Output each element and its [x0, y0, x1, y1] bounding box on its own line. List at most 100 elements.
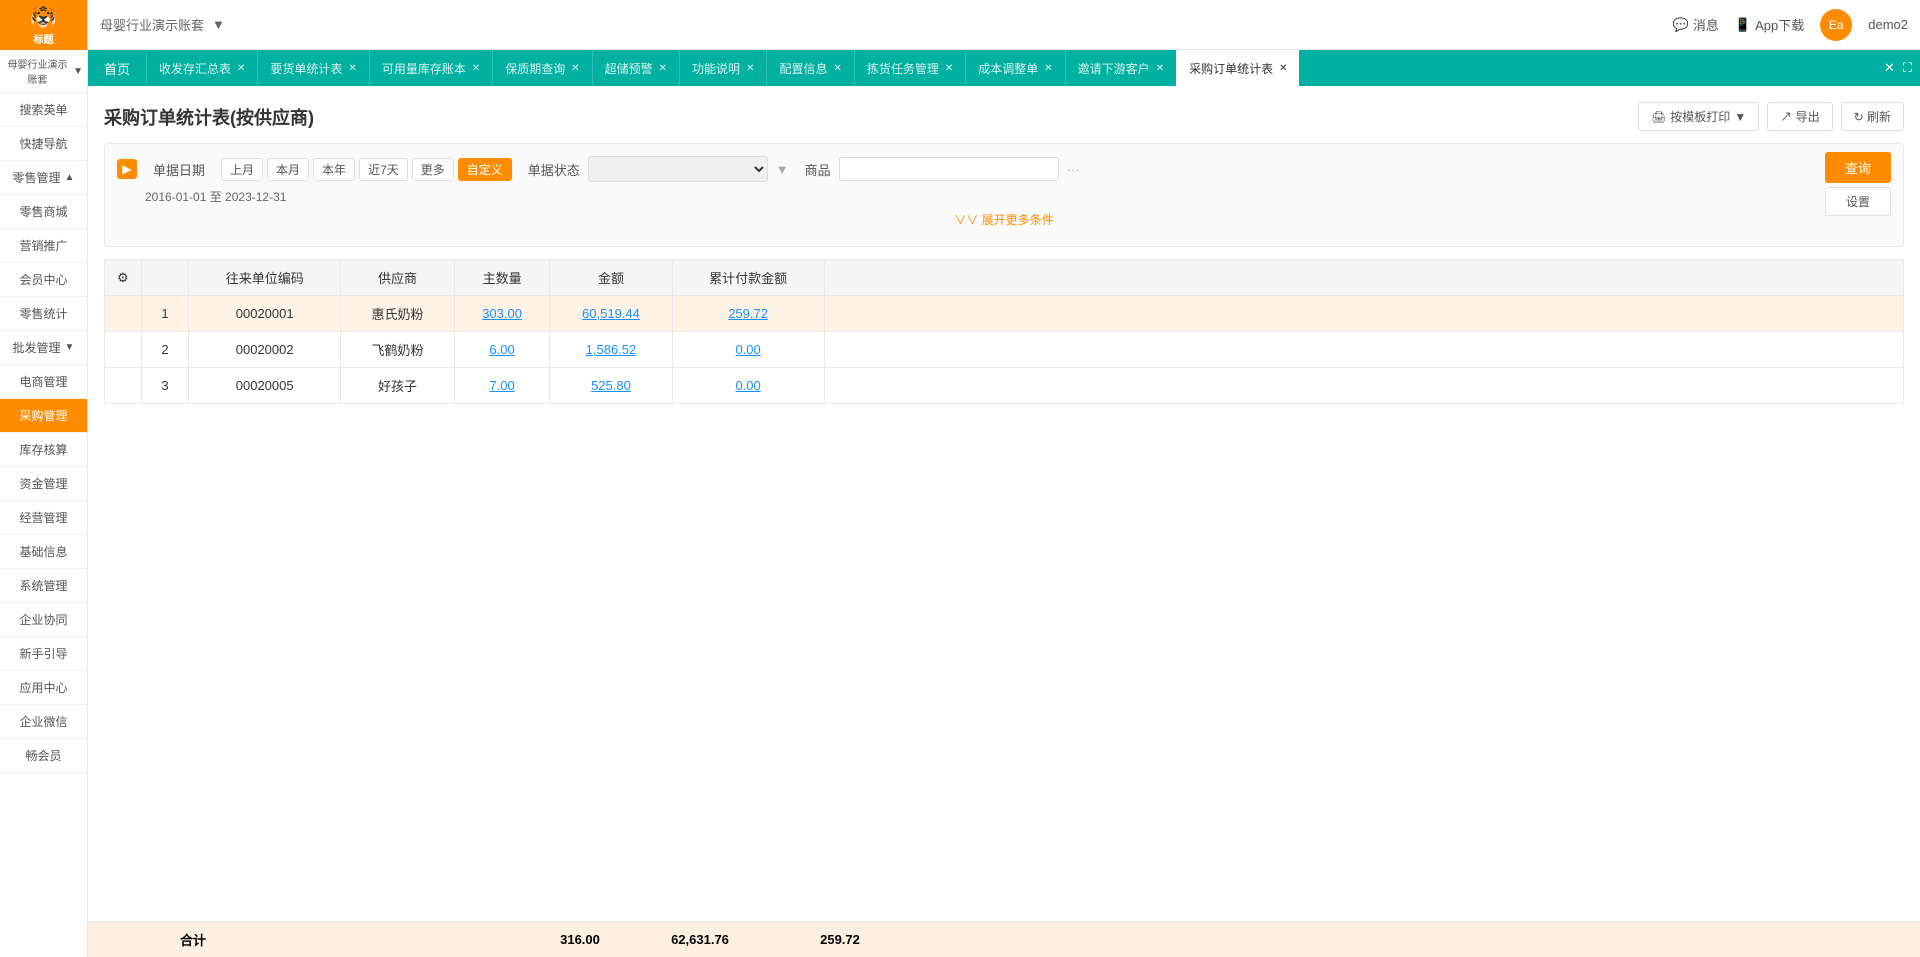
- sidebar-item-finance[interactable]: 资金管理: [0, 467, 87, 501]
- date-last-7[interactable]: 近7天: [359, 158, 408, 181]
- status-select[interactable]: [588, 156, 768, 182]
- sidebar-item-marketing[interactable]: 营销推广: [0, 229, 87, 263]
- row-qty-cell[interactable]: 7.00: [454, 368, 550, 404]
- date-this-year[interactable]: 本年: [313, 158, 355, 181]
- close-icon[interactable]: ✕: [1044, 63, 1052, 74]
- col-settings-header[interactable]: ⚙: [105, 260, 142, 296]
- date-custom[interactable]: 自定义: [458, 158, 512, 181]
- tab-available-stock[interactable]: 可用量库存账本 ✕: [369, 50, 492, 86]
- goods-input[interactable]: [839, 157, 1059, 181]
- tab-collection-summary[interactable]: 收发存汇总表 ✕: [146, 50, 257, 86]
- table-header-row: ⚙ 往来单位编码 供应商 主数量 金额 累计付款金额: [105, 260, 1904, 296]
- tab-cost-adjust[interactable]: 成本调整单 ✕: [965, 50, 1064, 86]
- tab-label: 可用量库存账本: [382, 60, 466, 77]
- app-download-btn[interactable]: 📱 App下载: [1735, 15, 1804, 34]
- tab-overstock-warning[interactable]: 超储预警 ✕: [592, 50, 679, 86]
- user-avatar[interactable]: Ea: [1820, 9, 1852, 41]
- close-icon[interactable]: ✕: [472, 63, 480, 74]
- sidebar-item-app-center[interactable]: 应用中心: [0, 671, 87, 705]
- sidebar-item-ecommerce[interactable]: 电商管理: [0, 365, 87, 399]
- row-code-cell: 00020005: [189, 368, 341, 404]
- org-selector[interactable]: 母婴行业演示账套 ▼: [0, 50, 87, 93]
- tab-invite-customer[interactable]: 邀请下游客户 ✕: [1065, 50, 1176, 86]
- row-amount-cell[interactable]: 60,519.44: [550, 296, 672, 332]
- sidebar-item-label: 企业微信: [4, 713, 83, 730]
- row-amount-cell[interactable]: 1,586.52: [550, 332, 672, 368]
- sidebar-item-label: 畅会员: [4, 747, 83, 764]
- close-icon[interactable]: ✕: [833, 63, 841, 74]
- close-icon[interactable]: ✕: [945, 63, 953, 74]
- page-header: 采购订单统计表(按供应商) 🖨 按模板打印 ▼ ↗ 导出 ↻ 刷新: [104, 102, 1904, 131]
- sidebar-item-purchase[interactable]: 采购管理: [0, 399, 87, 433]
- footer-paid: 259.72: [760, 932, 920, 947]
- sidebar-item-member[interactable]: 会员中心: [0, 263, 87, 297]
- close-icon[interactable]: ✕: [1156, 63, 1164, 74]
- tab-picking-task[interactable]: 拣货任务管理 ✕: [854, 50, 965, 86]
- row-paid-cell[interactable]: 259.72: [672, 296, 824, 332]
- sidebar-item-inventory[interactable]: 库存核算: [0, 433, 87, 467]
- sidebar-item-retail[interactable]: 零售管理 ▲: [0, 161, 87, 195]
- sidebar-item-retail-shop[interactable]: 零售商城: [0, 195, 87, 229]
- sidebar-item-label: 资金管理: [4, 475, 83, 492]
- goods-filter-label: 商品: [805, 160, 831, 179]
- expand-more-btn[interactable]: ∨∨ 展开更多条件: [117, 205, 1891, 234]
- close-icon[interactable]: ✕: [571, 63, 579, 74]
- row-qty-cell[interactable]: 303.00: [454, 296, 550, 332]
- date-more[interactable]: 更多: [412, 158, 454, 181]
- tab-purchase-summary[interactable]: 采购订单统计表 ✕: [1176, 50, 1299, 86]
- close-icon[interactable]: ✕: [237, 63, 245, 74]
- sidebar-item-label: 系统管理: [4, 577, 83, 594]
- tab-close-all-icon[interactable]: ✕: [1884, 60, 1895, 76]
- sidebar-item-basic[interactable]: 基础信息: [0, 535, 87, 569]
- table-footer: 合计 316.00 62,631.76 259.72: [88, 921, 1920, 957]
- filter-toggle-icon: ▶: [122, 162, 131, 176]
- sidebar-item-membership[interactable]: 畅会员: [0, 739, 87, 773]
- sidebar-item-enterprise[interactable]: 企业协同: [0, 603, 87, 637]
- sidebar-item-label: 营销推广: [4, 237, 83, 254]
- date-this-month[interactable]: 本月: [267, 158, 309, 181]
- tab-goods-summary[interactable]: 要货单统计表 ✕: [257, 50, 368, 86]
- settings-button[interactable]: 设置: [1825, 187, 1891, 216]
- tab-expiry-query[interactable]: 保质期查询 ✕: [492, 50, 591, 86]
- sidebar-item-enterprise-wechat[interactable]: 企业微信: [0, 705, 87, 739]
- sidebar-item-quick-nav[interactable]: 快捷导航: [0, 127, 87, 161]
- sidebar-item-system[interactable]: 系统管理: [0, 569, 87, 603]
- row-extra-cell: [824, 296, 1903, 332]
- row-qty-cell[interactable]: 6.00: [454, 332, 550, 368]
- filter-toggle-button[interactable]: ▶: [117, 159, 137, 179]
- sidebar-item-wholesale[interactable]: 批发管理 ▼: [0, 331, 87, 365]
- tab-label: 邀请下游客户: [1078, 60, 1150, 77]
- sidebar-item-search[interactable]: 搜索英单: [0, 93, 87, 127]
- row-amount-cell[interactable]: 525.80: [550, 368, 672, 404]
- topbar-right: 💬 消息 📱 App下载 Ea demo2: [1673, 9, 1908, 41]
- tab-label: 要货单统计表: [270, 60, 342, 77]
- tab-label: 保质期查询: [505, 60, 565, 77]
- row-code-cell: 00020002: [189, 332, 341, 368]
- main-area: 母婴行业演示账套 ▼ 💬 消息 📱 App下载 Ea demo2 首页 收发存汇…: [88, 0, 1920, 957]
- row-paid-cell[interactable]: 0.00: [672, 368, 824, 404]
- export-button[interactable]: ↗ 导出: [1767, 102, 1832, 131]
- goods-more-icon[interactable]: ···: [1067, 162, 1080, 177]
- org-dropdown-icon: ▼: [212, 17, 225, 32]
- date-buttons: 上月 本月 本年 近7天 更多 自定义: [221, 158, 512, 181]
- close-icon[interactable]: ✕: [746, 63, 754, 74]
- sidebar-item-retail-stat[interactable]: 零售统计: [0, 297, 87, 331]
- query-button[interactable]: 查询: [1825, 152, 1891, 183]
- sidebar-item-newbie[interactable]: 新手引导: [0, 637, 87, 671]
- tab-home[interactable]: 首页: [88, 50, 146, 86]
- row-extra-cell: [824, 368, 1903, 404]
- date-last-month[interactable]: 上月: [221, 158, 263, 181]
- tab-maximize-icon[interactable]: ⛶: [1903, 60, 1912, 76]
- close-icon[interactable]: ✕: [659, 63, 667, 74]
- close-icon[interactable]: ✕: [348, 63, 356, 74]
- sidebar-item-label: 采购管理: [4, 407, 83, 424]
- sidebar-item-operation[interactable]: 经营管理: [0, 501, 87, 535]
- tab-function-desc[interactable]: 功能说明 ✕: [679, 50, 766, 86]
- row-paid-cell[interactable]: 0.00: [672, 332, 824, 368]
- topbar-left: 母婴行业演示账套 ▼: [100, 15, 225, 34]
- tab-config-info[interactable]: 配置信息 ✕: [766, 50, 853, 86]
- print-button[interactable]: 🖨 按模板打印 ▼: [1638, 102, 1759, 131]
- message-btn[interactable]: 💬 消息: [1673, 15, 1719, 34]
- close-icon[interactable]: ✕: [1279, 63, 1287, 74]
- refresh-button[interactable]: ↻ 刷新: [1841, 102, 1904, 131]
